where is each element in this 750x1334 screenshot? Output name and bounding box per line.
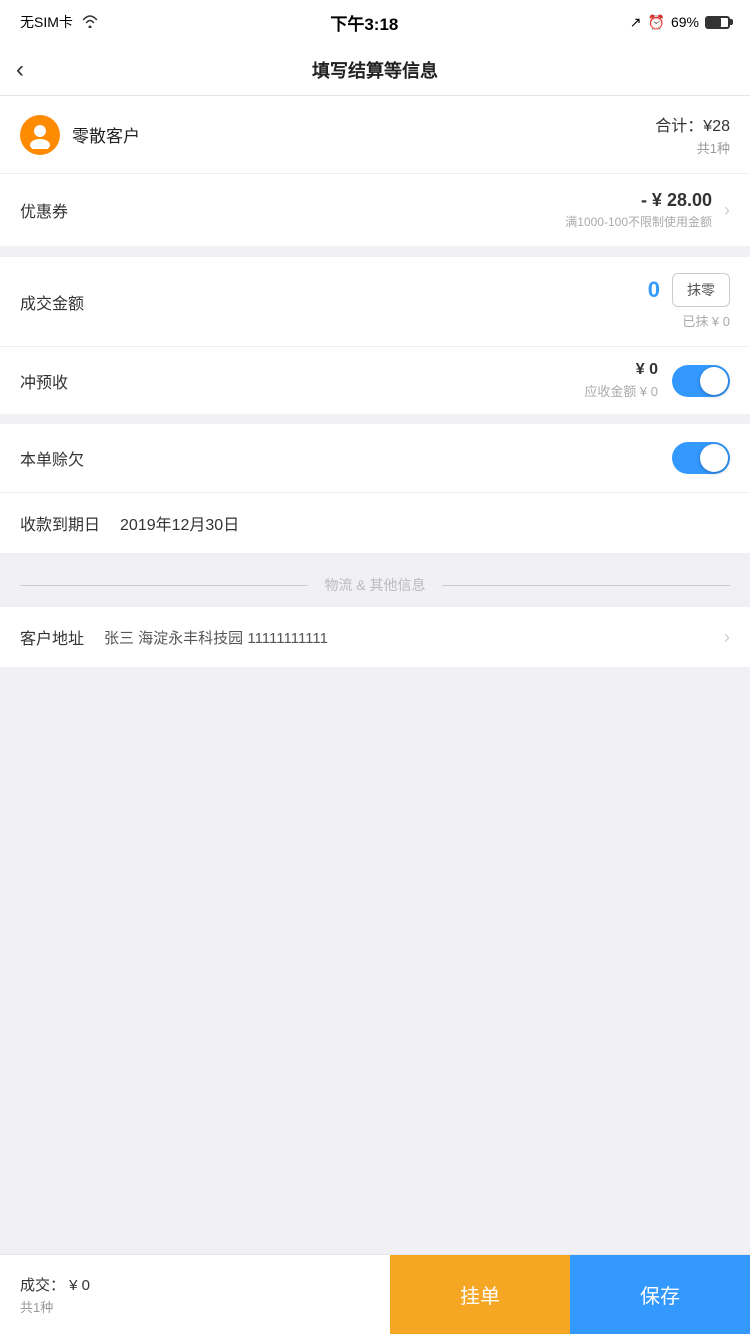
wifi-icon [81, 14, 99, 31]
customer-left: 零散客户 [20, 115, 140, 155]
coupon-right: - ¥ 28.00 满1000-100不限制使用金额 › [565, 190, 730, 230]
prepay-label: 冲预收 [20, 369, 68, 393]
bottom-bar: 成交： ¥ 0 共1种 挂单 保存 [0, 1254, 750, 1334]
address-chevron: › [724, 627, 730, 648]
deal-value[interactable]: 0 [648, 277, 660, 303]
total-count: 共1种 [655, 138, 730, 157]
nav-bar: ‹ 填写结算等信息 [0, 44, 750, 96]
back-button[interactable]: ‹ [16, 56, 24, 84]
deal-section: 成交金额 0 抹零 已抹 ¥ 0 冲预收 ¥ 0 应收金额 ¥ 0 [0, 256, 750, 414]
bottom-info: 成交： ¥ 0 共1种 [0, 1274, 390, 1316]
alarm-icon: ⏰ [648, 14, 665, 31]
content: 零散客户 合计：¥28 共1种 优惠券 - ¥ 28.00 满1000-100不… [0, 96, 750, 967]
status-time: 下午3:18 [330, 10, 398, 35]
due-date-row: 收款到期日 2019年12月30日 [0, 492, 750, 553]
deal-sub: 已抹 ¥ 0 [682, 311, 730, 330]
spacer [0, 677, 750, 877]
address-row[interactable]: 客户地址 张三 海淀永丰科技园 11111111111 › [0, 607, 750, 667]
status-bar: 无SIM卡 下午3:18 ↗ ⏰ 69% [0, 0, 750, 44]
prepay-value-block: ¥ 0 应收金额 ¥ 0 [584, 361, 658, 400]
bottom-count: 共1种 [20, 1297, 370, 1316]
coupon-chevron: › [724, 200, 730, 221]
bottom-deal-label: 成交： ¥ 0 [20, 1274, 370, 1295]
deal-amount-label: 成交金额 [20, 290, 84, 314]
coupon-label: 优惠券 [20, 198, 68, 222]
carrier-text: 无SIM卡 [20, 12, 73, 32]
customer-avatar [20, 115, 60, 155]
address-section: 客户地址 张三 海淀永丰科技园 11111111111 › [0, 607, 750, 667]
debt-toggle-knob [700, 444, 728, 472]
location-icon: ↗ [630, 14, 642, 31]
debt-label: 本单赊欠 [20, 446, 84, 470]
coupon-value-block: - ¥ 28.00 满1000-100不限制使用金额 [565, 190, 712, 230]
prepay-toggle[interactable] [672, 365, 730, 397]
customer-name: 零散客户 [72, 122, 140, 147]
toggle-knob [700, 367, 728, 395]
divider-line-left [20, 585, 308, 586]
debt-toggle[interactable] [672, 442, 730, 474]
logistics-label: 物流 & 其他信息 [324, 575, 425, 595]
deal-amount-row: 成交金额 0 抹零 已抹 ¥ 0 [0, 256, 750, 346]
prepay-row: 冲预收 ¥ 0 应收金额 ¥ 0 [0, 346, 750, 414]
logistics-divider: 物流 & 其他信息 [0, 563, 750, 607]
due-date-value[interactable]: 2019年12月30日 [120, 511, 239, 535]
total-amount: 合计：¥28 [655, 112, 730, 136]
page-title: 填写结算等信息 [312, 57, 438, 83]
coupon-sub: 满1000-100不限制使用金额 [565, 213, 712, 230]
status-right: ↗ ⏰ 69% [630, 14, 730, 31]
coupon-row[interactable]: 优惠券 - ¥ 28.00 满1000-100不限制使用金额 › [0, 173, 750, 246]
divider-line-right [442, 585, 730, 586]
prepay-sub: 应收金额 ¥ 0 [584, 381, 658, 400]
address-value: 张三 海淀永丰科技园 11111111111 [104, 627, 716, 648]
round-zero-button[interactable]: 抹零 [672, 273, 730, 307]
customer-row: 零散客户 合计：¥28 共1种 [0, 96, 750, 173]
battery-percentage: 69% [671, 14, 699, 30]
pending-button[interactable]: 挂单 [390, 1255, 570, 1334]
customer-section: 零散客户 合计：¥28 共1种 优惠券 - ¥ 28.00 满1000-100不… [0, 96, 750, 246]
prepay-right: ¥ 0 应收金额 ¥ 0 [584, 361, 730, 400]
status-left: 无SIM卡 [20, 12, 99, 32]
deal-input-area: 0 抹零 [648, 273, 730, 307]
due-date-label: 收款到期日 [20, 511, 100, 535]
customer-right: 合计：¥28 共1种 [655, 112, 730, 157]
save-button[interactable]: 保存 [570, 1255, 750, 1334]
prepay-amount: ¥ 0 [584, 361, 658, 379]
debt-row: 本单赊欠 [0, 424, 750, 492]
coupon-amount: - ¥ 28.00 [565, 190, 712, 211]
battery-icon [705, 16, 730, 29]
address-label: 客户地址 [20, 625, 84, 649]
debt-section: 本单赊欠 收款到期日 2019年12月30日 [0, 424, 750, 553]
